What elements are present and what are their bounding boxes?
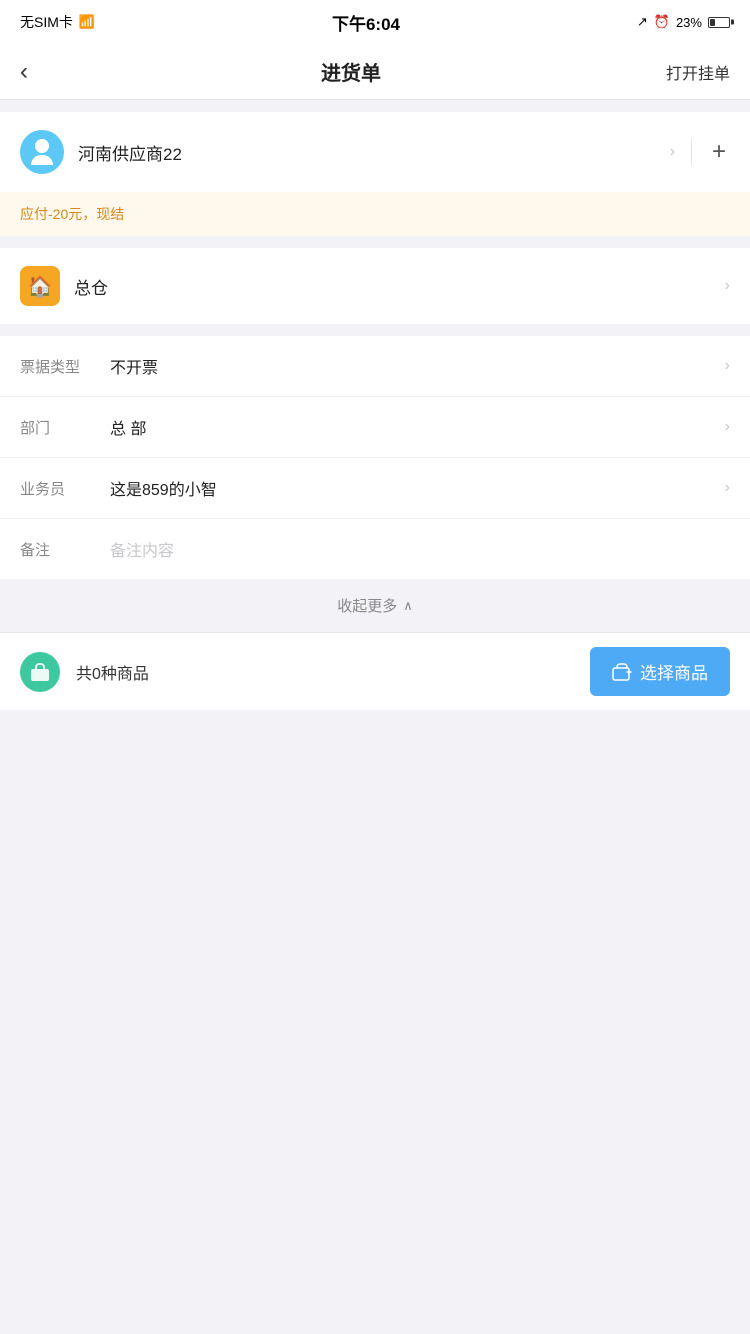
- wifi-icon: 📶: [79, 14, 95, 30]
- remark-value: 备注内容: [110, 537, 730, 561]
- battery-icon: [708, 17, 730, 28]
- salesperson-label: 业务员: [20, 478, 100, 499]
- remark-label: 备注: [20, 539, 100, 560]
- product-count-icon: [20, 652, 60, 692]
- open-pending-button[interactable]: 打开挂单: [666, 60, 730, 84]
- collapse-arrow-icon: ∧: [403, 598, 413, 614]
- notice-text: 应付-20元，现结: [20, 206, 124, 222]
- invoice-type-label: 票据类型: [20, 356, 100, 377]
- battery-text: 23%: [676, 15, 702, 30]
- supplier-name: 河南供应商22: [78, 140, 670, 165]
- salesperson-chevron-icon: ›: [725, 479, 730, 497]
- status-right: ↗ ⏰ 23%: [637, 14, 730, 30]
- warehouse-icon: 🏠: [20, 266, 60, 306]
- warehouse-card: 🏠 总仓 ›: [0, 248, 750, 324]
- gap-1: [0, 100, 750, 112]
- warehouse-row[interactable]: 🏠 总仓 ›: [0, 248, 750, 324]
- supplier-card: 河南供应商22 › + 应付-20元，现结: [0, 112, 750, 236]
- supplier-avatar: [20, 130, 64, 174]
- gap-3: [0, 324, 750, 336]
- invoice-type-chevron-icon: ›: [725, 357, 730, 375]
- status-bar: 无SIM卡 📶 下午6:04 ↗ ⏰ 23%: [0, 0, 750, 44]
- add-supplier-button[interactable]: +: [708, 134, 730, 170]
- department-row[interactable]: 部门 总 部 ›: [0, 397, 750, 458]
- gray-background: [0, 710, 750, 1010]
- alarm-icon: ⏰: [654, 14, 670, 30]
- bottom-bar: 共0种商品 选择商品: [0, 632, 750, 710]
- supplier-chevron-icon: ›: [670, 143, 675, 161]
- status-left: 无SIM卡 📶: [20, 12, 95, 32]
- location-icon: ↗: [637, 14, 648, 30]
- notice-banner: 应付-20元，现结: [0, 192, 750, 236]
- warehouse-name: 总仓: [74, 274, 725, 299]
- product-count-text: 共0种商品: [76, 660, 574, 684]
- select-product-label: 选择商品: [640, 659, 708, 684]
- collapse-label: 收起更多: [337, 595, 397, 616]
- department-value: 总 部: [110, 415, 725, 439]
- invoice-type-row[interactable]: 票据类型 不开票 ›: [0, 336, 750, 397]
- back-button[interactable]: ‹: [12, 50, 36, 94]
- warehouse-chevron-icon: ›: [725, 277, 730, 295]
- invoice-type-value: 不开票: [110, 354, 725, 378]
- salesperson-row[interactable]: 业务员 这是859的小智 ›: [0, 458, 750, 519]
- department-chevron-icon: ›: [725, 418, 730, 436]
- avatar-person-icon: [29, 139, 55, 165]
- supplier-divider: [691, 138, 692, 166]
- status-time: 下午6:04: [332, 10, 400, 35]
- page-title: 进货单: [321, 57, 381, 86]
- carrier-text: 无SIM卡: [20, 12, 73, 32]
- department-label: 部门: [20, 417, 100, 438]
- navigation-bar: ‹ 进货单 打开挂单: [0, 44, 750, 100]
- collapse-row[interactable]: 收起更多 ∧: [0, 579, 750, 632]
- remark-row[interactable]: 备注 备注内容: [0, 519, 750, 579]
- supplier-row[interactable]: 河南供应商22 › +: [0, 112, 750, 192]
- select-product-button[interactable]: 选择商品: [590, 647, 730, 696]
- form-section: 票据类型 不开票 › 部门 总 部 › 业务员 这是859的小智 › 备注 备注…: [0, 336, 750, 579]
- gap-2: [0, 236, 750, 248]
- salesperson-value: 这是859的小智: [110, 476, 725, 500]
